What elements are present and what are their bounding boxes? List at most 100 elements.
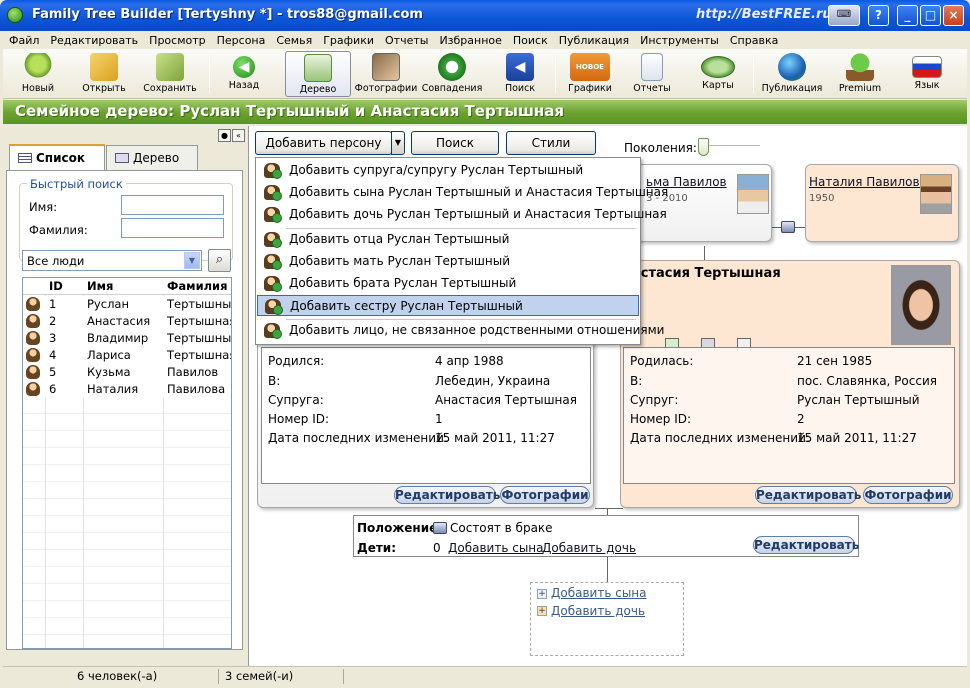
publish-button[interactable]: Публикация (759, 51, 825, 97)
search-toolbar-button[interactable]: ◀ Поиск (489, 51, 551, 97)
charts-button[interactable]: НОВОЕ Графики (559, 51, 621, 97)
menu-search[interactable]: Поиск (507, 34, 553, 47)
detail-key: В: (630, 374, 643, 388)
menu-tools[interactable]: Инструменты (634, 34, 724, 47)
marriage-icon[interactable] (781, 221, 795, 233)
language-button[interactable]: Язык (899, 51, 955, 97)
table-row[interactable]: 5 Кузьма Павилов (23, 364, 231, 381)
premium-button[interactable]: Premium (829, 51, 891, 97)
menu-file[interactable]: Файл (3, 34, 44, 47)
edit-anastasia-button[interactable]: Редактировать (755, 486, 861, 504)
family-info-box: Положение: Состоят в браке Дети: 0 Добав… (353, 515, 859, 557)
menu-item-add-brother[interactable]: Добавить брата Руслан Тертышный (257, 273, 639, 294)
column-header-surname[interactable]: Фамилия (167, 279, 228, 293)
column-header-id[interactable]: ID (49, 279, 63, 293)
table-row[interactable]: 3 Владимир Тертышный (23, 330, 231, 347)
generations-slider-thumb[interactable] (698, 138, 709, 156)
maps-button[interactable]: Карты (689, 51, 747, 97)
back-arrow-icon: ◀ (233, 56, 255, 78)
menu-item-add-unrelated[interactable]: Добавить лицо, не связанное родственными… (257, 320, 664, 341)
menu-item-add-daughter[interactable]: Добавить дочь Руслан Тертышный и Анастас… (257, 204, 667, 225)
save-button[interactable]: Сохранить (137, 51, 203, 97)
detail-value: 15 май 2011, 11:27 (435, 431, 555, 445)
menu-view[interactable]: Просмотр (143, 34, 210, 47)
search-toolbar-label: Поиск (504, 83, 536, 94)
tree-view-button[interactable]: Дерево (285, 51, 351, 97)
matches-button[interactable]: Совпадения (419, 51, 485, 97)
detail-value: 1 (435, 412, 443, 426)
chevron-down-icon[interactable]: ▼ (184, 252, 200, 269)
photos-ruslan-button[interactable]: Фотографии (500, 486, 590, 504)
children-label: Дети: (357, 541, 396, 555)
open-label: Открыть (82, 83, 126, 94)
add-mother-icon (264, 254, 282, 270)
new-label: Новый (21, 83, 55, 94)
add-person-dropdown-toggle[interactable]: ▼ (391, 131, 405, 155)
menu-favorites[interactable]: Избранное (433, 34, 506, 47)
title-bar: Family Tree Builder [Tertyshny *] - tros… (0, 0, 970, 31)
add-son-placeholder-link[interactable]: Добавить сына (551, 586, 647, 600)
menu-reports[interactable]: Отчеты (379, 34, 433, 47)
edit-family-button[interactable]: Редактировать (753, 536, 859, 554)
menu-publish[interactable]: Публикация (553, 34, 634, 47)
table-row[interactable]: 6 Наталия Павилова (23, 381, 231, 398)
photos-button[interactable]: Фотографии (353, 51, 419, 97)
menu-family[interactable]: Семья (270, 34, 317, 47)
styles-button[interactable]: Стили (506, 131, 596, 155)
new-button[interactable]: Новый (7, 51, 69, 97)
add-father-icon (264, 232, 282, 248)
connector-line (595, 508, 623, 509)
menu-item-add-sister[interactable]: Добавить сестру Руслан Тертышный (257, 295, 639, 316)
people-filter-select[interactable]: Все люди ▼ (22, 250, 202, 271)
add-person-button[interactable]: Добавить персону (255, 131, 392, 155)
table-row[interactable]: 4 Лариса Тертышная (23, 347, 231, 364)
row-name: Владимир (87, 331, 149, 345)
menu-person[interactable]: Персона (211, 34, 271, 47)
reports-button[interactable]: Отчеты (623, 51, 681, 97)
collapse-panel-icon[interactable]: « (232, 129, 245, 142)
photos-anastasia-button[interactable]: Фотографии (863, 486, 953, 504)
maps-globe-icon (701, 56, 735, 78)
add-son-link[interactable]: Добавить сына (448, 541, 544, 555)
tab-tree[interactable]: Дерево (106, 145, 198, 170)
add-daughter-placeholder-link[interactable]: Добавить дочь (551, 604, 645, 618)
table-row[interactable]: 2 Анастасия Тертышная (23, 313, 231, 330)
menu-item-add-spouse[interactable]: Добавить супруга/супругу Руслан Тертышны… (257, 160, 639, 181)
help-button[interactable]: ? (868, 5, 889, 26)
table-row[interactable]: 1 Руслан Тертышный (23, 296, 231, 313)
tree-icon (304, 54, 332, 82)
menu-charts[interactable]: Графики (317, 34, 379, 47)
surname-field[interactable] (121, 218, 224, 238)
panel-options-icon[interactable]: ● (218, 129, 231, 142)
back-button[interactable]: ◀ Назад (215, 51, 273, 97)
edit-ruslan-button[interactable]: Редактировать (394, 486, 500, 504)
minimize-button[interactable]: _ (897, 5, 918, 26)
row-id: 2 (49, 314, 57, 328)
plus-icon: + (537, 589, 547, 599)
open-button[interactable]: Открыть (73, 51, 135, 97)
tab-list[interactable]: Список (9, 144, 105, 171)
close-button[interactable]: × (943, 5, 964, 26)
person-icon (26, 297, 40, 311)
name-field[interactable] (121, 195, 224, 215)
menu-item-add-father[interactable]: Добавить отца Руслан Тертышный (257, 229, 639, 250)
people-count: 6 человек(-а) (77, 669, 158, 683)
menu-help[interactable]: Справка (724, 34, 783, 47)
family-tree-banner: Семейное дерево: Руслан Тертышный и Анас… (3, 100, 967, 124)
search-button[interactable]: Поиск (411, 131, 499, 155)
add-daughter-link[interactable]: Добавить дочь (542, 541, 636, 555)
person-card-natalia[interactable]: Наталия Павилова 1950 (805, 164, 959, 242)
generations-slider-track[interactable] (700, 145, 760, 147)
maximize-button[interactable]: □ (920, 5, 941, 26)
menu-item-add-mother[interactable]: Добавить мать Руслан Тертышный (257, 251, 639, 272)
person-name-link[interactable]: Наталия Павилова (809, 175, 927, 189)
person-card-kuzma[interactable]: ьма Павилов 3 - 2010 (636, 164, 772, 242)
menu-edit[interactable]: Редактировать (44, 34, 143, 47)
list-tab-icon (18, 153, 32, 163)
keyboard-icon[interactable]: ⌨ (828, 5, 860, 26)
row-name: Руслан (87, 297, 129, 311)
column-header-name[interactable]: Имя (87, 279, 113, 293)
person-icon (26, 382, 40, 396)
search-people-button[interactable]: ⌕ (208, 249, 231, 272)
menu-item-add-son[interactable]: Добавить сына Руслан Тертышный и Анастас… (257, 182, 668, 203)
